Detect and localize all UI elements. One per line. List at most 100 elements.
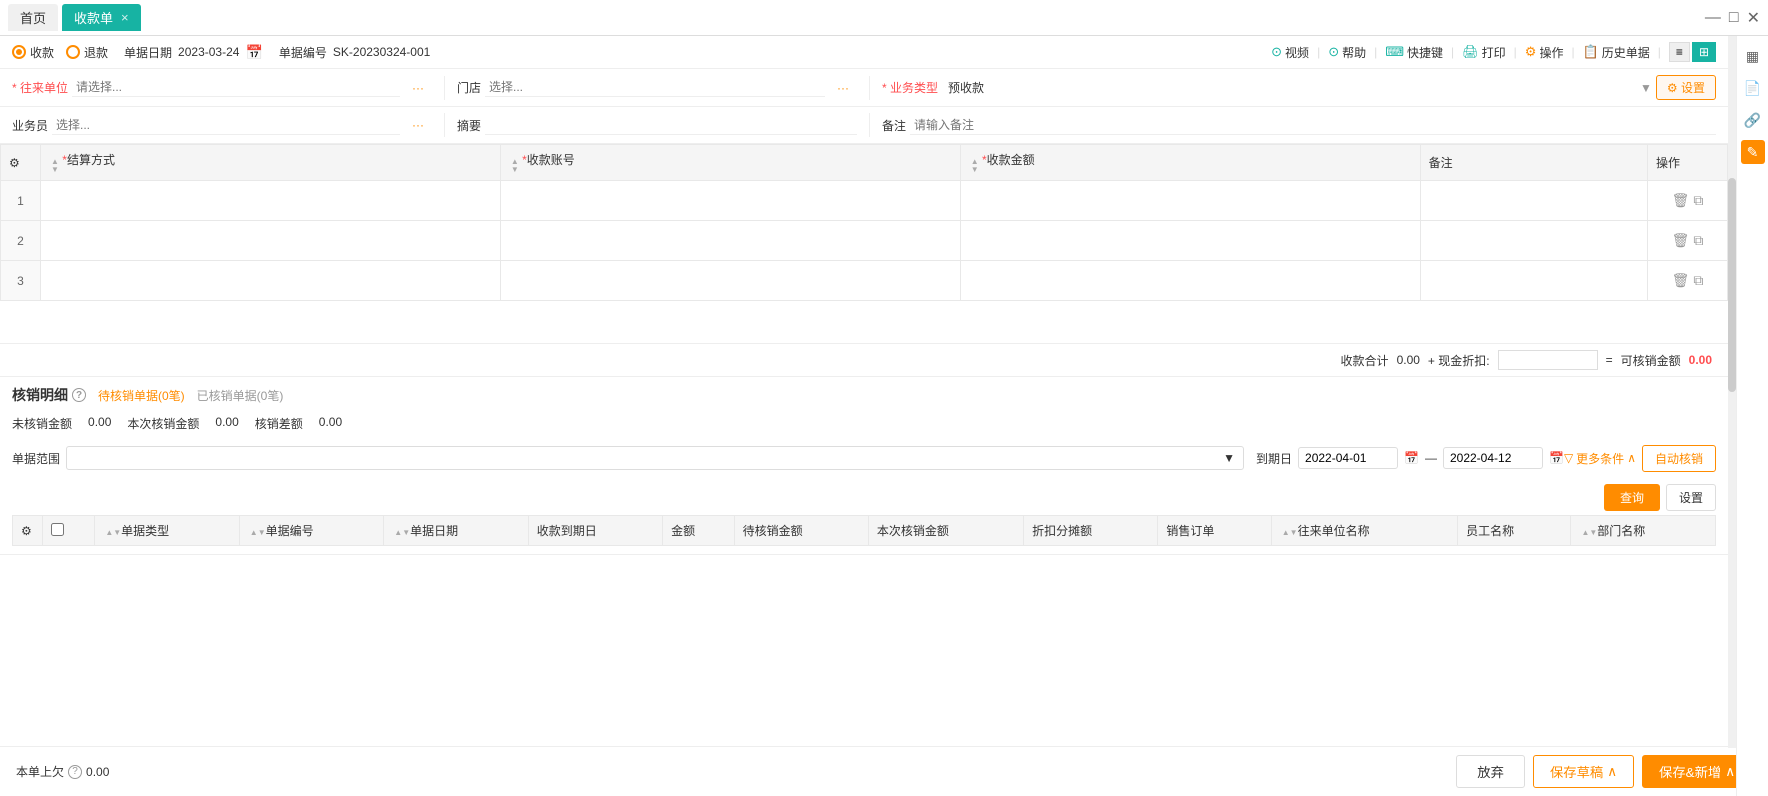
verify-info-icon[interactable]: ?: [72, 388, 86, 402]
amount-cell-1[interactable]: [960, 181, 1420, 221]
remarks-cell-3[interactable]: [1420, 261, 1647, 301]
delete-row-2-icon[interactable]: 🗑: [1672, 232, 1690, 249]
select-all-checkbox[interactable]: [51, 523, 64, 536]
home-tab[interactable]: 首页: [8, 4, 58, 31]
more-conditions-label: 更多条件: [1576, 450, 1624, 467]
sidebar-doc-icon[interactable]: 📄: [1741, 76, 1765, 100]
diff-value: 0.00: [319, 415, 342, 432]
settings-button[interactable]: ⚙ 设置: [1656, 75, 1716, 100]
close-window-button[interactable]: ✕: [1747, 8, 1760, 28]
sort-icon: ▲▼: [250, 529, 266, 537]
doc-number-header: ▲▼单据编号: [239, 516, 383, 546]
auto-offset-button[interactable]: 自动核销: [1642, 445, 1716, 472]
close-tab-icon[interactable]: ×: [121, 10, 129, 25]
history-action[interactable]: 📋 历史单据: [1583, 44, 1650, 61]
operation-action[interactable]: ⚙ 操作: [1525, 44, 1564, 61]
counterpart-input[interactable]: [72, 78, 400, 97]
delete-row-1-icon[interactable]: 🗑: [1672, 192, 1690, 209]
gear-icon: ⚙: [1525, 44, 1537, 60]
discount-header: 折扣分摊额: [1024, 516, 1158, 546]
copy-row-1-icon[interactable]: ⧉: [1693, 192, 1703, 209]
calendar-icon[interactable]: 📅: [245, 44, 262, 61]
list-view-btn[interactable]: ≡: [1669, 42, 1690, 62]
payment-method-cell-3[interactable]: [41, 261, 501, 301]
bottom-info-icon[interactable]: ?: [68, 765, 82, 779]
account-cell-1[interactable]: [500, 181, 960, 221]
checkbox-header: ⚙: [13, 516, 43, 546]
divider1: [444, 76, 445, 100]
pending-tab[interactable]: 待核销单据(0笔): [98, 387, 185, 404]
sidebar-table-icon[interactable]: ▦: [1741, 44, 1765, 68]
due-date-header: 收款到期日: [528, 516, 662, 546]
print-icon: 🖨: [1462, 44, 1479, 60]
minimize-button[interactable]: —: [1705, 9, 1721, 27]
remarks-input[interactable]: [910, 116, 1716, 135]
copy-row-2-icon[interactable]: ⧉: [1693, 232, 1703, 249]
copy-row-3-icon[interactable]: ⧉: [1693, 272, 1703, 289]
active-tab-label: 收款单: [74, 8, 113, 27]
store-more-btn[interactable]: ···: [837, 81, 849, 95]
verification-table: ⚙ ▲▼单据类型 ▲▼单据编号 ▲▼单据日期: [12, 515, 1716, 546]
discount-label: + 现金折扣:: [1428, 352, 1490, 369]
print-action[interactable]: 🖨 打印: [1462, 44, 1506, 61]
employee-header: 员工名称: [1458, 516, 1571, 546]
divider3: [444, 113, 445, 137]
counterpart-more-btn[interactable]: ···: [412, 81, 424, 95]
more-conditions-btn[interactable]: ▽ 更多条件 ∧: [1564, 445, 1636, 472]
summary-input[interactable]: [485, 116, 857, 135]
scrollbar[interactable]: [1728, 36, 1736, 748]
equals-label: =: [1606, 353, 1613, 367]
table-settings-header[interactable]: ⚙: [1, 145, 41, 181]
sort-icon: ▲▼: [1282, 529, 1298, 537]
remarks-cell-1[interactable]: [1420, 181, 1647, 221]
business-type-dropdown-icon[interactable]: ▼: [1640, 81, 1652, 95]
save-draft-button[interactable]: 保存草稿 ∧: [1533, 755, 1634, 788]
video-action[interactable]: ⊙ 视频: [1271, 44, 1309, 61]
account-cell-2[interactable]: [500, 221, 960, 261]
store-input[interactable]: [485, 78, 825, 97]
scrollbar-thumb[interactable]: [1728, 178, 1736, 392]
data-table-area: ⚙ ▲▼ *结算方式 ▲▼ *收款账号 ▲▼ *收款金额 备注 操作: [0, 144, 1728, 344]
radio-refund[interactable]: 退款: [66, 44, 108, 61]
main-area: 收款 退款 单据日期 2023-03-24 📅 单据编号 SK-20230324…: [0, 36, 1768, 796]
date-separator: —: [1425, 451, 1437, 465]
business-type-label: * 业务类型: [882, 79, 938, 96]
discount-input[interactable]: [1498, 350, 1598, 370]
salesperson-more-btn[interactable]: ···: [412, 118, 424, 132]
account-cell-3[interactable]: [500, 261, 960, 301]
available-label: 可核销金额: [1621, 352, 1681, 369]
verify-title-text: 核销明细: [12, 385, 68, 405]
amount-cell-3[interactable]: [960, 261, 1420, 301]
grid-view-btn[interactable]: ⊞: [1692, 42, 1716, 62]
remarks-cell-2[interactable]: [1420, 221, 1647, 261]
settings-bottom-icon[interactable]: ⚙: [21, 524, 32, 538]
calendar-to-icon[interactable]: 📅: [1549, 451, 1564, 465]
maximize-button[interactable]: □: [1729, 9, 1739, 27]
calendar-from-icon[interactable]: 📅: [1404, 451, 1419, 465]
payment-method-cell-2[interactable]: [41, 221, 501, 261]
sidebar-edit-icon[interactable]: ✎: [1741, 140, 1765, 164]
date-to-input[interactable]: [1443, 447, 1543, 469]
table-row: 1 🗑 ⧉: [1, 181, 1728, 221]
date-from-input[interactable]: [1298, 447, 1398, 469]
active-tab[interactable]: 收款单 ×: [62, 4, 141, 31]
sort-icon: ▲▼: [51, 158, 59, 174]
summary-row: 收款合计 0.00 + 现金折扣: = 可核销金额 0.00: [0, 344, 1728, 377]
payment-method-cell-1[interactable]: [41, 181, 501, 221]
actions-cell-2: 🗑 ⧉: [1648, 221, 1728, 261]
date-value: 2023-03-24: [178, 45, 239, 59]
shortcut-action[interactable]: ⌨ 快捷键: [1385, 44, 1443, 61]
verified-tab[interactable]: 已核销单据(0笔): [197, 387, 284, 404]
sidebar-link-icon[interactable]: 🔗: [1741, 108, 1765, 132]
home-tab-label: 首页: [20, 8, 46, 27]
search-settings-row: 查询 设置: [12, 480, 1716, 515]
verify-settings-button[interactable]: 设置: [1666, 484, 1716, 511]
abandon-button[interactable]: 放弃: [1456, 755, 1525, 788]
salesperson-input[interactable]: [52, 116, 400, 135]
delete-row-3-icon[interactable]: 🗑: [1672, 272, 1690, 289]
amount-cell-2[interactable]: [960, 221, 1420, 261]
search-button[interactable]: 查询: [1604, 484, 1660, 511]
range-select[interactable]: ▼: [66, 446, 1244, 470]
radio-receipt[interactable]: 收款: [12, 44, 54, 61]
help-action[interactable]: ⊙ 帮助: [1328, 44, 1366, 61]
